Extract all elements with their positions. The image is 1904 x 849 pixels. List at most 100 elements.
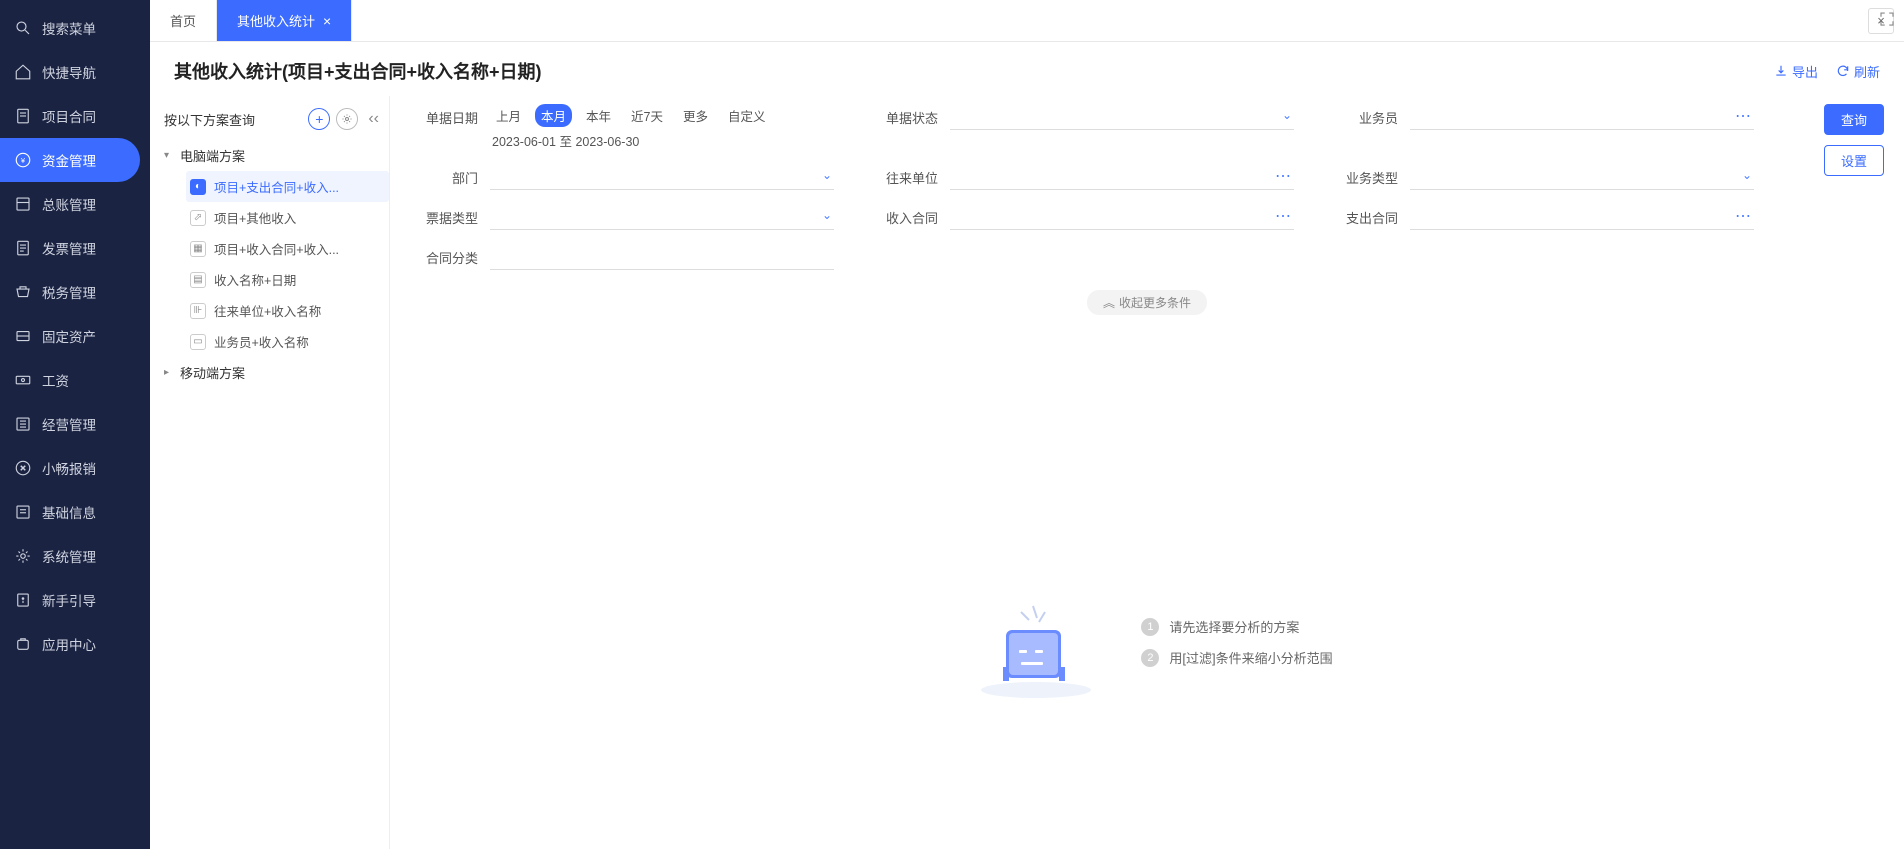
sidebar: 搜索菜单 快捷导航 项目合同 ¥ 资金管理 总账管理 发票管理 税务管理 固定资	[0, 0, 150, 849]
date-opt-7days[interactable]: 近7天	[625, 104, 669, 127]
filter-label-salesman: 业务员	[1334, 104, 1398, 127]
empty-step-text: 请先选择要分析的方案	[1169, 617, 1299, 636]
invoice-icon	[14, 239, 32, 257]
export-button[interactable]: 导出	[1774, 62, 1818, 81]
filter-input-voucher[interactable]: ⌄	[490, 204, 834, 230]
scheme-item-1[interactable]: ⬀ 项目+其他收入	[186, 202, 389, 233]
money-icon: ¥	[14, 151, 32, 169]
filter-input-biztype[interactable]: ⌄	[1410, 164, 1754, 190]
scheme-item-label: 项目+其他收入	[214, 208, 296, 227]
sidebar-item-apps[interactable]: 应用中心	[0, 622, 150, 666]
scheme-item-2[interactable]: ▦ 项目+收入合同+收入...	[186, 233, 389, 264]
main: 首页 其他收入统计 × × 其他收入统计(项目+支出合同+收入名称+日期) 导出	[150, 0, 1904, 849]
sidebar-label: 项目合同	[42, 106, 96, 126]
sidebar-label: 经营管理	[42, 414, 96, 434]
filter-input-income-contract[interactable]: ⋯	[950, 204, 1294, 230]
collapse-panel-icon[interactable]: ‹‹	[364, 110, 383, 128]
filter-label-income-contract: 收入合同	[874, 204, 938, 227]
close-icon[interactable]: ×	[323, 14, 331, 28]
svg-text:¥: ¥	[21, 156, 26, 165]
picker-icon[interactable]: ⋯	[1735, 106, 1752, 126]
scheme-item-5[interactable]: ▭ 业务员+收入名称	[186, 326, 389, 357]
scheme-item-0[interactable]: ◐ 项目+支出合同+收入...	[186, 171, 389, 202]
empty-step-text: 用[过滤]条件来缩小分析范围	[1169, 648, 1332, 667]
tab-other-income[interactable]: 其他收入统计 ×	[217, 0, 352, 41]
tab-home[interactable]: 首页	[150, 0, 217, 41]
refresh-label: 刷新	[1854, 62, 1880, 81]
collapse-filters-button[interactable]: ︽ 收起更多条件	[1087, 290, 1207, 315]
date-opt-custom[interactable]: 自定义	[722, 104, 772, 127]
scheme-panel: 按以下方案查询 + ‹‹ ▾ 电脑端方案 ◐ 项目+支出合同+收入...	[150, 96, 390, 849]
sidebar-label: 系统管理	[42, 546, 96, 566]
filter-input-contract-class[interactable]	[490, 244, 834, 270]
sidebar-item-salary[interactable]: 工资	[0, 358, 150, 402]
sidebar-label: 税务管理	[42, 282, 96, 302]
scheme-item-3[interactable]: ▤ 收入名称+日期	[186, 264, 389, 295]
picker-icon[interactable]: ⋯	[1275, 166, 1292, 186]
sidebar-item-ledger[interactable]: 总账管理	[0, 182, 150, 226]
date-opt-thisyear[interactable]: 本年	[580, 104, 617, 127]
scheme-item-4[interactable]: ⊪ 往来单位+收入名称	[186, 295, 389, 326]
settings-button[interactable]: 设置	[1824, 145, 1884, 176]
add-scheme-button[interactable]: +	[308, 108, 330, 130]
scheme-item-icon: ▭	[190, 334, 206, 350]
filter-label-voucher: 票据类型	[414, 204, 478, 227]
filter-input-dept[interactable]: ⌄	[490, 164, 834, 190]
system-icon	[14, 547, 32, 565]
scheme-panel-title: 按以下方案查询	[164, 110, 255, 129]
scheme-group-desktop[interactable]: ▾ 电脑端方案	[164, 140, 389, 171]
scheme-item-label: 收入名称+日期	[214, 270, 296, 289]
sidebar-label: 基础信息	[42, 502, 96, 522]
sidebar-item-business[interactable]: 经营管理	[0, 402, 150, 446]
scheme-item-label: 往来单位+收入名称	[214, 301, 321, 320]
scheme-item-icon: ◐	[190, 179, 206, 195]
asset-icon	[14, 327, 32, 345]
empty-state: 1 请先选择要分析的方案 2 用[过滤]条件来缩小分析范围	[390, 315, 1904, 849]
sidebar-label: 新手引导	[42, 590, 96, 610]
fullscreen-icon[interactable]	[1878, 10, 1898, 30]
expense-icon	[14, 459, 32, 477]
date-opt-thismonth[interactable]: 本月	[535, 104, 572, 127]
sidebar-item-invoice[interactable]: 发票管理	[0, 226, 150, 270]
date-opt-lastmonth[interactable]: 上月	[490, 104, 527, 127]
sidebar-label: 工资	[42, 370, 69, 390]
picker-icon[interactable]: ⋯	[1275, 206, 1292, 226]
guide-icon	[14, 591, 32, 609]
scheme-group-mobile[interactable]: ▸ 移动端方案	[164, 357, 389, 388]
scheme-settings-button[interactable]	[336, 108, 358, 130]
empty-illustration	[961, 582, 1111, 702]
picker-icon[interactable]: ⋯	[1735, 206, 1752, 226]
refresh-button[interactable]: 刷新	[1836, 62, 1880, 81]
query-button[interactable]: 查询	[1824, 104, 1884, 135]
sidebar-label: 固定资产	[42, 326, 96, 346]
filter-form: 单据日期 上月 本月 本年 近7天 更多 自定义 2023-	[390, 96, 1904, 270]
tax-icon	[14, 283, 32, 301]
caret-right-icon: ▸	[164, 367, 174, 378]
filter-label-partner: 往来单位	[874, 164, 938, 187]
step-number-2: 2	[1141, 649, 1159, 667]
sidebar-item-quicknav[interactable]: 快捷导航	[0, 50, 150, 94]
date-opt-more[interactable]: 更多	[677, 104, 714, 127]
sidebar-item-search[interactable]: 搜索菜单	[0, 6, 150, 50]
sidebar-item-system[interactable]: 系统管理	[0, 534, 150, 578]
chevron-down-icon: ⌄	[1742, 168, 1752, 182]
sidebar-item-guide[interactable]: 新手引导	[0, 578, 150, 622]
sidebar-item-tax[interactable]: 税务管理	[0, 270, 150, 314]
sidebar-item-contract[interactable]: 项目合同	[0, 94, 150, 138]
filter-label-date: 单据日期	[414, 104, 478, 127]
filter-label-expense-contract: 支出合同	[1334, 204, 1398, 227]
sidebar-item-expense[interactable]: 小畅报销	[0, 446, 150, 490]
filter-input-partner[interactable]: ⋯	[950, 164, 1294, 190]
filter-label-contract-class: 合同分类	[414, 244, 478, 267]
scheme-item-icon: ⊪	[190, 303, 206, 319]
filter-input-expense-contract[interactable]: ⋯	[1410, 204, 1754, 230]
chevron-up-icon: ︽	[1103, 294, 1115, 311]
sidebar-item-asset[interactable]: 固定资产	[0, 314, 150, 358]
date-range-text: 2023-06-01 至 2023-06-30	[490, 131, 834, 150]
chevron-down-icon: ⌄	[1282, 108, 1292, 122]
sidebar-item-fund[interactable]: ¥ 资金管理	[0, 138, 140, 182]
filter-input-salesman[interactable]: ⋯	[1410, 104, 1754, 130]
sidebar-label: 应用中心	[42, 634, 96, 654]
filter-input-status[interactable]: ⌄	[950, 104, 1294, 130]
sidebar-item-info[interactable]: 基础信息	[0, 490, 150, 534]
